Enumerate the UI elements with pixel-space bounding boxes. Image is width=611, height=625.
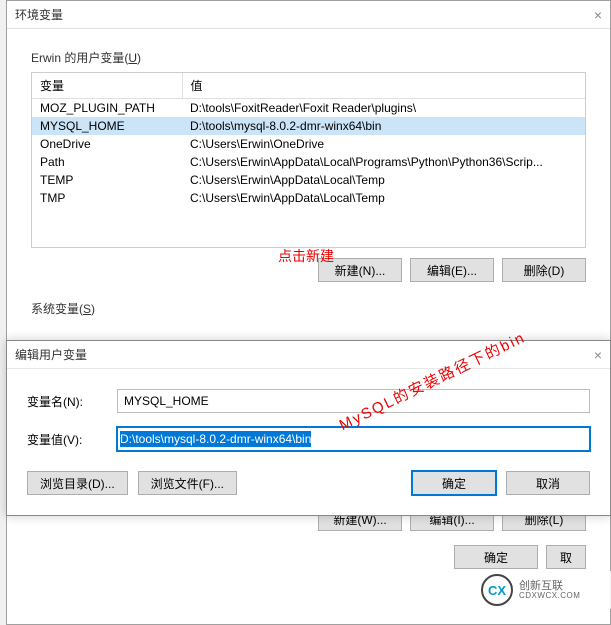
var-name-cell: MYSQL_HOME (32, 117, 182, 135)
table-row[interactable]: MYSQL_HOMED:\tools\mysql-8.0.2-dmr-winx6… (32, 117, 585, 135)
var-value-cell: D:\tools\FoxitReader\Foxit Reader\plugin… (182, 99, 585, 118)
col-val[interactable]: 值 (182, 73, 585, 99)
var-value-cell: C:\Users\Erwin\AppData\Local\Programs\Py… (182, 153, 585, 171)
var-value-text: D:\tools\mysql-8.0.2-dmr-winx64\bin (120, 431, 311, 447)
var-value-cell: C:\Users\Erwin\AppData\Local\Temp (182, 171, 585, 189)
var-value-cell: C:\Users\Erwin\AppData\Local\Temp (182, 189, 585, 207)
user-vars-label-text: Erwin 的用户变量( (31, 51, 128, 65)
outer-title: 环境变量 (15, 6, 63, 23)
var-value-row: 变量值(V): D:\tools\mysql-8.0.2-dmr-winx64\… (27, 427, 590, 451)
label-close-2: ) (91, 302, 95, 316)
watermark-logo-icon: CX (481, 574, 513, 606)
cancel-button-outer[interactable]: 取 (546, 545, 586, 569)
user-vars-table[interactable]: 变量 值 MOZ_PLUGIN_PATHD:\tools\FoxitReader… (31, 72, 586, 248)
inner-content: 变量名(N): 变量值(V): D:\tools\mysql-8.0.2-dmr… (7, 369, 610, 515)
browse-dir-button[interactable]: 浏览目录(D)... (27, 471, 128, 495)
var-name-cell: TMP (32, 189, 182, 207)
var-name-label: 变量名(N): (27, 393, 117, 410)
var-name-cell: TEMP (32, 171, 182, 189)
var-name-cell: OneDrive (32, 135, 182, 153)
col-var[interactable]: 变量 (32, 73, 182, 99)
browse-file-button[interactable]: 浏览文件(F)... (138, 471, 237, 495)
watermark: CX 创新互联 CDXWCX.COM (481, 571, 611, 609)
ok-button-outer[interactable]: 确定 (454, 545, 538, 569)
inner-title: 编辑用户变量 (15, 346, 87, 363)
env-vars-dialog: 环境变量 × Erwin 的用户变量(U) 变量 值 MOZ_PLUGIN_PA… (6, 0, 611, 625)
outer-titlebar: 环境变量 × (7, 1, 610, 29)
table-row[interactable]: TMPC:\Users\Erwin\AppData\Local\Temp (32, 189, 585, 207)
inner-buttons: 浏览目录(D)... 浏览文件(F)... 确定 取消 (27, 471, 590, 495)
table-row[interactable]: MOZ_PLUGIN_PATHD:\tools\FoxitReader\Foxi… (32, 99, 585, 118)
delete-button[interactable]: 删除(D) (502, 258, 586, 282)
hotkey-u: U (128, 51, 137, 65)
watermark-url: CDXWCX.COM (519, 592, 580, 601)
table-row[interactable]: OneDriveC:\Users\Erwin\OneDrive (32, 135, 585, 153)
watermark-text: 创新互联 CDXWCX.COM (519, 580, 580, 601)
watermark-brand: 创新互联 (519, 580, 580, 592)
cancel-button[interactable]: 取消 (506, 471, 590, 495)
annotation-click-new: 点击新建 (278, 246, 334, 266)
table-row[interactable]: TEMPC:\Users\Erwin\AppData\Local\Temp (32, 171, 585, 189)
hotkey-s: S (83, 302, 91, 316)
var-name-cell: Path (32, 153, 182, 171)
label-close: ) (137, 51, 141, 65)
var-value-cell: C:\Users\Erwin\OneDrive (182, 135, 585, 153)
edit-button[interactable]: 编辑(E)... (410, 258, 494, 282)
var-value-label: 变量值(V): (27, 431, 117, 448)
var-name-cell: MOZ_PLUGIN_PATH (32, 99, 182, 118)
var-name-row: 变量名(N): (27, 389, 590, 413)
sys-vars-label: 系统变量(S) (31, 300, 586, 317)
sys-vars-label-text: 系统变量( (31, 302, 83, 316)
ok-button[interactable]: 确定 (412, 471, 496, 495)
close-icon[interactable]: × (594, 347, 602, 363)
outer-content: Erwin 的用户变量(U) 变量 值 MOZ_PLUGIN_PATHD:\to… (7, 29, 610, 333)
table-row[interactable]: PathC:\Users\Erwin\AppData\Local\Program… (32, 153, 585, 171)
close-icon[interactable]: × (594, 7, 602, 23)
table-header-row: 变量 值 (32, 73, 585, 99)
user-vars-label: Erwin 的用户变量(U) (31, 49, 586, 66)
edit-var-dialog: 编辑用户变量 × 变量名(N): 变量值(V): D:\tools\mysql-… (6, 340, 611, 516)
var-value-cell: D:\tools\mysql-8.0.2-dmr-winx64\bin (182, 117, 585, 135)
